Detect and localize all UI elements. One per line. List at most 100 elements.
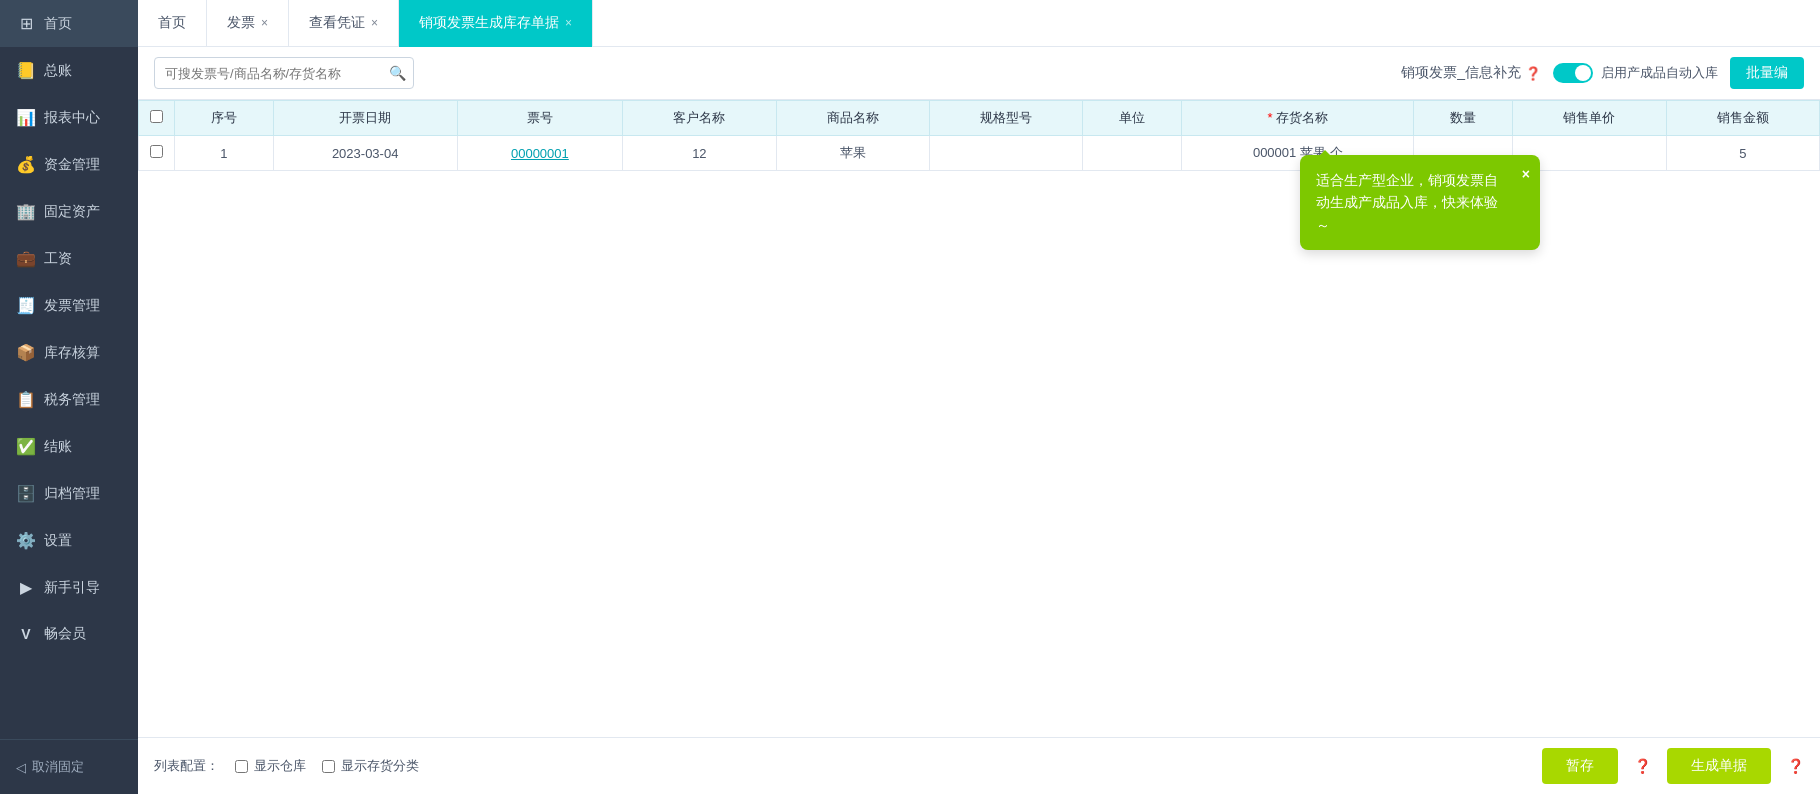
cancel-fix-icon: ◁ [16, 760, 26, 775]
td-spec [929, 136, 1082, 171]
toggle-label: 启用产成品自动入库 [1601, 64, 1718, 82]
sidebar-item-member[interactable]: V 畅会员 [0, 611, 138, 657]
invoice-icon: 🧾 [16, 296, 36, 315]
tab-voucher[interactable]: 查看凭证 × [289, 0, 399, 47]
tooltip-close-button[interactable]: × [1522, 163, 1530, 185]
tab-invoice[interactable]: 发票 × [207, 0, 289, 47]
th-customer: 客户名称 [623, 101, 776, 136]
funds-icon: 💰 [16, 155, 36, 174]
content-area: 🔍 销项发票_信息补充 ❓ 启用产成品自动入库 批量编 [138, 47, 1820, 794]
sidebar-item-salary[interactable]: 💼 工资 [0, 235, 138, 282]
td-date: 2023-03-04 [273, 136, 457, 171]
sidebar-item-archive[interactable]: 🗄️ 归档管理 [0, 470, 138, 517]
sidebar-item-label: 资金管理 [44, 156, 100, 174]
td-goods: 苹果 [776, 136, 929, 171]
sidebar-item-label: 报表中心 [44, 109, 100, 127]
main-table: 序号 开票日期 票号 客户名称 商品名称 规格型号 单位 存货名称 数量 销售单… [138, 100, 1820, 171]
show-category-checkbox[interactable] [322, 760, 335, 773]
generate-hint-icon[interactable]: ❓ [1787, 758, 1804, 774]
sidebar-item-label: 新手引导 [44, 579, 100, 597]
sidebar-item-label: 总账 [44, 62, 72, 80]
sidebar-item-label: 首页 [44, 15, 72, 33]
sidebar-item-label: 设置 [44, 532, 72, 550]
th-unit: 单位 [1083, 101, 1182, 136]
th-spec: 规格型号 [929, 101, 1082, 136]
show-category-text: 显示存货分类 [341, 757, 419, 775]
toolbar: 🔍 销项发票_信息补充 ❓ 启用产成品自动入库 批量编 [138, 47, 1820, 100]
search-wrapper: 🔍 [154, 57, 414, 89]
sidebar-item-reports[interactable]: 📊 报表中心 [0, 94, 138, 141]
tab-home[interactable]: 首页 [138, 0, 207, 47]
sidebar-item-ledger[interactable]: 📒 总账 [0, 47, 138, 94]
row-checkbox[interactable] [150, 145, 163, 158]
tab-home-label: 首页 [158, 14, 186, 32]
ledger-icon: 📒 [16, 61, 36, 80]
batch-button[interactable]: 批量编 [1730, 57, 1804, 89]
td-amount: 5 [1666, 136, 1820, 171]
auto-instock-toggle[interactable] [1553, 63, 1593, 83]
td-seq: 1 [175, 136, 274, 171]
td-ticket-no[interactable]: 00000001 [457, 136, 623, 171]
select-all-checkbox[interactable] [150, 110, 163, 123]
sidebar-item-label: 固定资产 [44, 203, 100, 221]
tooltip-popup: × 适合生产型企业，销项发票自动生成产成品入库，快来体验～ [1300, 155, 1540, 250]
save-button[interactable]: 暂存 [1542, 748, 1618, 784]
info-label: 销项发票_信息补充 ❓ [1401, 64, 1541, 82]
tab-bar: 首页 发票 × 查看凭证 × 销项发票生成库存单据 × [138, 0, 1820, 47]
save-hint-icon[interactable]: ❓ [1634, 758, 1651, 774]
generate-button[interactable]: 生成单据 [1667, 748, 1771, 784]
sidebar-item-tax[interactable]: 📋 税务管理 [0, 376, 138, 423]
reports-icon: 📊 [16, 108, 36, 127]
tax-icon: 📋 [16, 390, 36, 409]
search-input[interactable] [154, 57, 414, 89]
config-label: 列表配置： [154, 757, 219, 775]
th-ticket-no: 票号 [457, 101, 623, 136]
sidebar-item-funds[interactable]: 💰 资金管理 [0, 141, 138, 188]
cancel-fix-button[interactable]: ◁ 取消固定 [0, 748, 138, 786]
show-category-label[interactable]: 显示存货分类 [322, 757, 419, 775]
sidebar-bottom: ◁ 取消固定 [0, 739, 138, 794]
salary-icon: 💼 [16, 249, 36, 268]
show-warehouse-label[interactable]: 显示仓库 [235, 757, 306, 775]
guide-icon: ▶ [16, 578, 36, 597]
tab-voucher-close[interactable]: × [371, 16, 378, 30]
sidebar-item-label: 工资 [44, 250, 72, 268]
td-unit [1083, 136, 1182, 171]
tab-invoice-label: 发票 [227, 14, 255, 32]
search-icon: 🔍 [389, 65, 406, 81]
ticket-no-link[interactable]: 00000001 [511, 146, 569, 161]
sidebar-item-settings[interactable]: ⚙️ 设置 [0, 517, 138, 564]
th-unit-price: 销售单价 [1513, 101, 1666, 136]
show-warehouse-text: 显示仓库 [254, 757, 306, 775]
th-inventory: 存货名称 [1182, 101, 1414, 136]
sidebar-item-label: 结账 [44, 438, 72, 456]
tab-invoice-close[interactable]: × [261, 16, 268, 30]
sidebar-item-assets[interactable]: 🏢 固定资产 [0, 188, 138, 235]
member-icon: V [16, 626, 36, 642]
tab-stock-label: 销项发票生成库存单据 [419, 14, 559, 32]
td-customer: 12 [623, 136, 776, 171]
sidebar-item-guide[interactable]: ▶ 新手引导 [0, 564, 138, 611]
info-icon[interactable]: ❓ [1525, 66, 1541, 81]
main-area: 首页 发票 × 查看凭证 × 销项发票生成库存单据 × 🔍 销项发票_信息补充 … [138, 0, 1820, 794]
sidebar-item-invoice[interactable]: 🧾 发票管理 [0, 282, 138, 329]
tab-stock[interactable]: 销项发票生成库存单据 × [399, 0, 593, 47]
tooltip-text: 适合生产型企业，销项发票自动生成产成品入库，快来体验～ [1316, 169, 1524, 236]
sidebar-item-label: 税务管理 [44, 391, 100, 409]
sidebar-item-inventory[interactable]: 📦 库存核算 [0, 329, 138, 376]
info-label-text: 销项发票_信息补充 [1401, 64, 1521, 82]
td-checkbox [139, 136, 175, 171]
settings-icon: ⚙️ [16, 531, 36, 550]
sidebar-item-settle[interactable]: ✅ 结账 [0, 423, 138, 470]
th-checkbox [139, 101, 175, 136]
tab-stock-close[interactable]: × [565, 16, 572, 30]
sidebar-item-label: 畅会员 [44, 625, 86, 643]
cancel-fix-label: 取消固定 [32, 758, 84, 776]
sidebar-item-label: 发票管理 [44, 297, 100, 315]
th-qty: 数量 [1414, 101, 1513, 136]
assets-icon: 🏢 [16, 202, 36, 221]
th-date: 开票日期 [273, 101, 457, 136]
table-header-row: 序号 开票日期 票号 客户名称 商品名称 规格型号 单位 存货名称 数量 销售单… [139, 101, 1820, 136]
sidebar-item-home[interactable]: ⊞ 首页 [0, 0, 138, 47]
show-warehouse-checkbox[interactable] [235, 760, 248, 773]
